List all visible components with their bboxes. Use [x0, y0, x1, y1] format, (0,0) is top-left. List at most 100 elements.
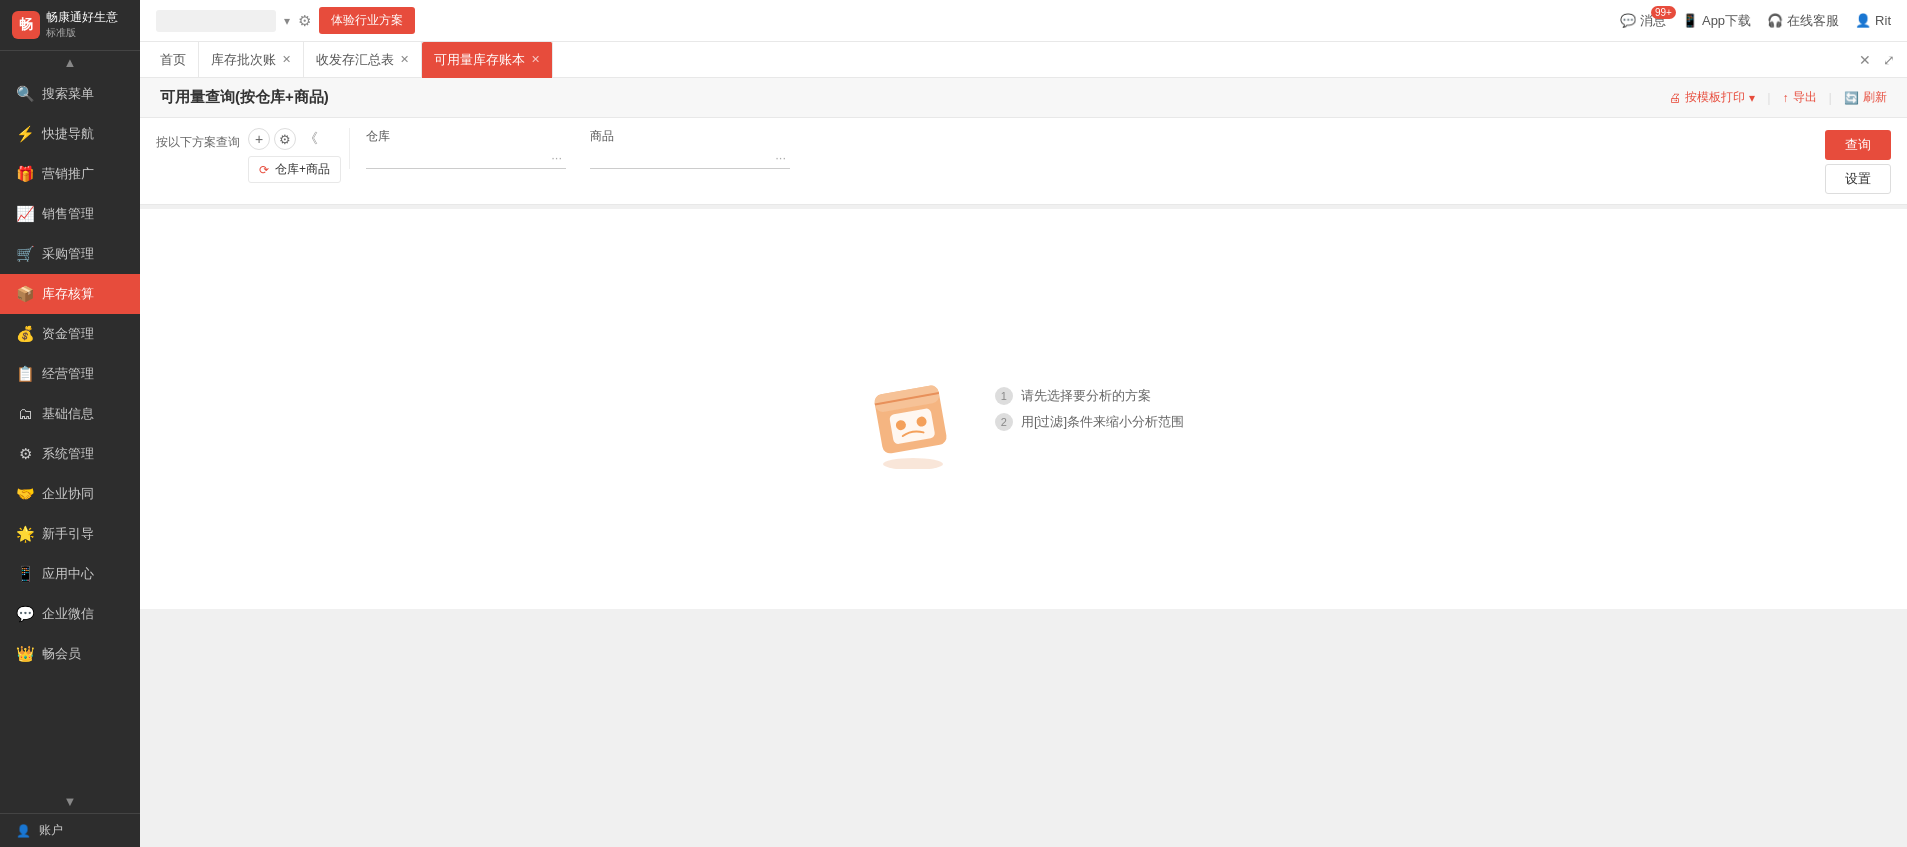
filter-field-warehouse: 仓库 ··· [366, 128, 566, 169]
empty-state: 1 请先选择要分析的方案 2 用[过滤]条件来缩小分析范围 [140, 209, 1907, 609]
tab-inventory-batch-close[interactable]: ✕ [282, 53, 291, 66]
sidebar-item-operations[interactable]: 📋 经营管理 [0, 354, 140, 394]
enterprise-icon: 🤝 [16, 485, 34, 503]
print-template-button[interactable]: 🖨 按模板打印 ▾ [1669, 89, 1755, 106]
product-input[interactable] [594, 151, 775, 165]
maximize-icon[interactable]: ⤢ [1879, 48, 1899, 72]
sidebar-item-newcomer-label: 新手引导 [42, 525, 94, 543]
online-service-button[interactable]: 🎧 在线客服 [1767, 12, 1839, 30]
tabs-controls: ✕ ⤢ [1855, 48, 1899, 72]
filter-panel: 按以下方案查询 + ⚙ 《 ⟳ 仓库+商品 仓库 ··· [140, 118, 1907, 205]
print-dropdown-icon[interactable]: ▾ [1749, 91, 1755, 105]
app-download-button[interactable]: 📱 App下载 [1682, 12, 1751, 30]
inventory-icon: 📦 [16, 285, 34, 303]
tab-home[interactable]: 首页 [148, 42, 199, 78]
sidebar-item-purchase[interactable]: 🛒 采购管理 [0, 234, 140, 274]
tip-num-2: 2 [995, 413, 1013, 431]
tab-recv-summary[interactable]: 收发存汇总表 ✕ [304, 42, 422, 78]
header-search-input[interactable] [156, 10, 276, 32]
sidebar-item-inventory[interactable]: 📦 库存核算 [0, 274, 140, 314]
filter-fields: 仓库 ··· 商品 ··· [349, 128, 1817, 169]
sidebar-item-shortcut-label: 快捷导航 [42, 125, 94, 143]
sidebar-item-basic[interactable]: 🗂 基础信息 [0, 394, 140, 434]
tabs-bar: 首页 库存批次账 ✕ 收发存汇总表 ✕ 可用量库存账本 ✕ ✕ ⤢ [140, 42, 1907, 78]
scheme-settings-button[interactable]: ⚙ [274, 128, 296, 150]
sidebar-item-member[interactable]: 👑 畅会员 [0, 634, 140, 674]
operations-icon: 📋 [16, 365, 34, 383]
query-button[interactable]: 查询 [1825, 130, 1891, 160]
sidebar-item-wechat[interactable]: 💬 企业微信 [0, 594, 140, 634]
sidebar-item-search-label: 搜索菜单 [42, 85, 94, 103]
sidebar-item-system[interactable]: ⚙ 系统管理 [0, 434, 140, 474]
print-icon: 🖨 [1669, 91, 1681, 105]
sidebar-item-search[interactable]: 🔍 搜索菜单 [0, 74, 140, 114]
action-divider-1: | [1767, 90, 1770, 105]
sidebar-bottom-user[interactable]: 👤 账户 [0, 813, 140, 847]
export-label: 导出 [1793, 89, 1817, 106]
settings-button[interactable]: 设置 [1825, 164, 1891, 194]
message-badge: 99+ [1651, 6, 1676, 19]
sidebar-item-sales[interactable]: 📈 销售管理 [0, 194, 140, 234]
system-icon: ⚙ [16, 445, 34, 463]
filter-scheme-controls: + ⚙ 《 [248, 128, 322, 150]
svg-point-6 [883, 458, 943, 469]
sidebar-item-operations-label: 经营管理 [42, 365, 94, 383]
close-tab-icon[interactable]: ✕ [1855, 48, 1875, 72]
sidebar-item-system-label: 系统管理 [42, 445, 94, 463]
warehouse-input[interactable] [370, 151, 551, 165]
product-input-row: ··· [590, 147, 790, 169]
product-more-icon[interactable]: ··· [775, 150, 786, 165]
header-dropdown-btn[interactable]: ▾ [284, 14, 290, 28]
app-download-label: App下载 [1702, 12, 1751, 30]
sidebar: 畅 畅康通好生意 标准版 ▲ 🔍 搜索菜单 ⚡ 快捷导航 🎁 营销推广 📈 销售… [0, 0, 140, 847]
sidebar-item-fund[interactable]: 💰 资金管理 [0, 314, 140, 354]
tab-available-qty[interactable]: 可用量库存账本 ✕ [422, 42, 553, 78]
add-scheme-button[interactable]: + [248, 128, 270, 150]
top-header: ▾ ⚙ 体验行业方案 💬 消息 99+ 📱 App下载 🎧 在线客服 👤 Rit [140, 0, 1907, 42]
sidebar-scroll-down[interactable]: ▼ [0, 790, 140, 813]
sidebar-item-fund-label: 资金管理 [42, 325, 94, 343]
sidebar-nav: 🔍 搜索菜单 ⚡ 快捷导航 🎁 营销推广 📈 销售管理 🛒 采购管理 📦 库存核… [0, 74, 140, 790]
headset-icon: 🎧 [1767, 13, 1783, 28]
tip-text-1: 请先选择要分析的方案 [1021, 387, 1151, 405]
sidebar-logo-text-block: 畅康通好生意 标准版 [46, 10, 118, 40]
sidebar-item-marketing[interactable]: 🎁 营销推广 [0, 154, 140, 194]
tab-available-qty-close[interactable]: ✕ [531, 53, 540, 66]
sales-icon: 📈 [16, 205, 34, 223]
tip-num-1: 1 [995, 387, 1013, 405]
appcenter-icon: 📱 [16, 565, 34, 583]
scheme-warehouse-product[interactable]: ⟳ 仓库+商品 [248, 156, 341, 183]
sidebar-item-newcomer[interactable]: 🌟 新手引导 [0, 514, 140, 554]
warehouse-more-icon[interactable]: ··· [551, 150, 562, 165]
message-icon: 💬 [1620, 13, 1636, 28]
sidebar-item-member-label: 畅会员 [42, 645, 81, 663]
refresh-button[interactable]: 🔄 刷新 [1844, 89, 1887, 106]
user-menu-button[interactable]: 👤 Rit [1855, 13, 1891, 28]
wechat-icon: 💬 [16, 605, 34, 623]
industry-solution-button[interactable]: 体验行业方案 [319, 7, 415, 34]
product-field-label: 商品 [590, 128, 790, 145]
sidebar-item-basic-label: 基础信息 [42, 405, 94, 423]
empty-box-svg [863, 359, 963, 469]
sidebar-item-appcenter[interactable]: 📱 应用中心 [0, 554, 140, 594]
fund-icon: 💰 [16, 325, 34, 343]
shortcut-icon: ⚡ [16, 125, 34, 143]
empty-illustration [863, 359, 963, 459]
purchase-icon: 🛒 [16, 245, 34, 263]
filter-field-product: 商品 ··· [590, 128, 790, 169]
sidebar-item-enterprise[interactable]: 🤝 企业协同 [0, 474, 140, 514]
warehouse-input-row: ··· [366, 147, 566, 169]
sidebar-item-inventory-label: 库存核算 [42, 285, 94, 303]
tab-recv-summary-close[interactable]: ✕ [400, 53, 409, 66]
header-gear-icon[interactable]: ⚙ [298, 12, 311, 30]
tab-inventory-batch[interactable]: 库存批次账 ✕ [199, 42, 304, 78]
sidebar-item-appcenter-label: 应用中心 [42, 565, 94, 583]
sidebar-item-marketing-label: 营销推广 [42, 165, 94, 183]
message-button[interactable]: 💬 消息 99+ [1620, 12, 1666, 30]
sidebar-item-purchase-label: 采购管理 [42, 245, 94, 263]
filter-collapse-btn[interactable]: 《 [300, 128, 322, 150]
user-avatar-icon: 👤 [16, 824, 31, 838]
export-button[interactable]: ↑ 导出 [1783, 89, 1817, 106]
sidebar-scroll-up[interactable]: ▲ [0, 51, 140, 74]
sidebar-item-shortcut[interactable]: ⚡ 快捷导航 [0, 114, 140, 154]
